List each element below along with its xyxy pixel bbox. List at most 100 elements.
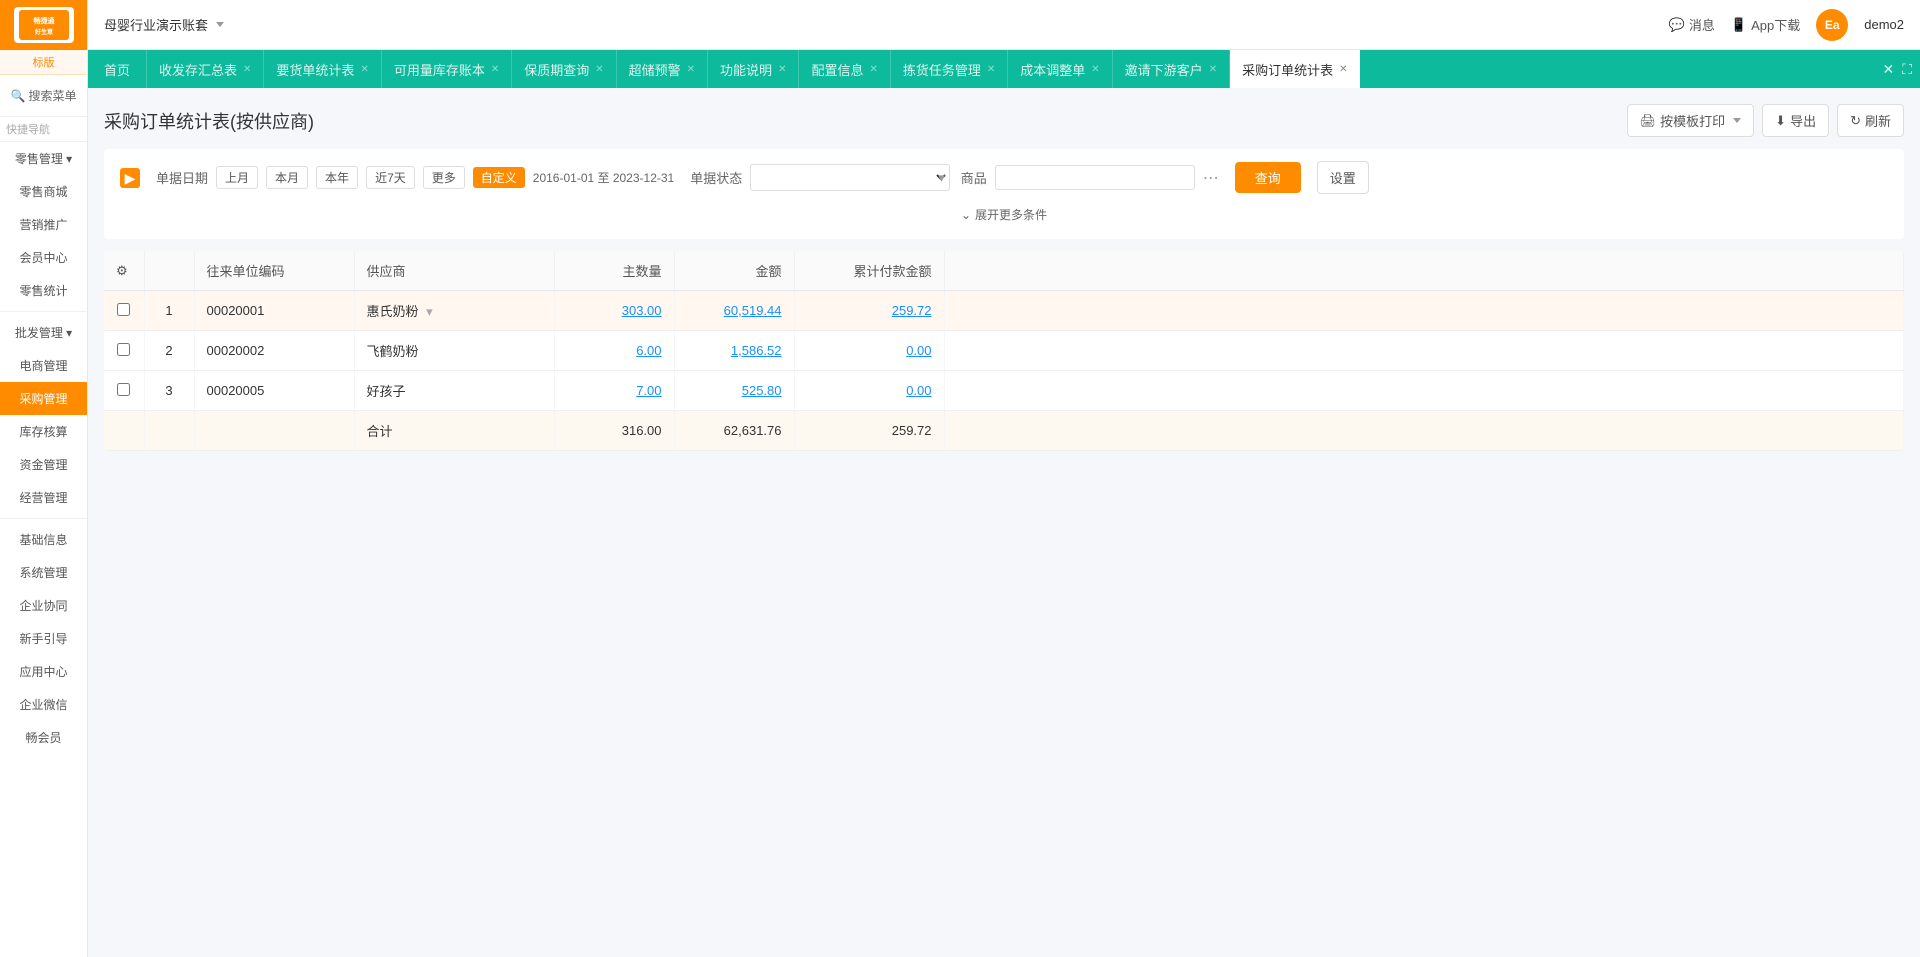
row2-amount[interactable]: 1,586.52 <box>674 331 794 371</box>
goods-label: 商品 <box>961 168 987 187</box>
date-this-year-button[interactable]: 本年 <box>316 166 358 189</box>
tab-close-available-inventory[interactable]: ✕ <box>491 64 499 75</box>
footer-row: 合计 316.00 62,631.76 259.72 <box>104 411 1904 451</box>
print-button[interactable]: 🖨 按模板打印 <box>1627 104 1755 137</box>
row1-checkbox-input[interactable] <box>117 303 130 316</box>
tab-close-function-desc[interactable]: ✕ <box>778 64 786 75</box>
sidebar-item-wholesale-mgmt[interactable]: 批发管理 ▾ <box>0 316 87 349</box>
date-custom-tag[interactable]: 自定义 <box>473 167 525 188</box>
row1-expand-icon[interactable]: ▾ <box>426 304 433 319</box>
sidebar-item-marketing[interactable]: 营销推广 <box>0 208 87 241</box>
sidebar-item-app-center[interactable]: 应用中心 <box>0 655 87 688</box>
row1-amount[interactable]: 60,519.44 <box>674 291 794 331</box>
filter-row-1: ▶ 单据日期 上月 本月 本年 近7天 更多 自定义 2016-01-01 至 … <box>120 161 1888 194</box>
footer-num <box>144 411 194 451</box>
date-7days-button[interactable]: 近7天 <box>366 166 415 189</box>
tab-purchase-stats[interactable]: 采购订单统计表 ✕ <box>1230 50 1360 88</box>
expand-conditions-button[interactable]: ⌄ 展开更多条件 <box>949 202 1059 227</box>
col-amount-label: 金额 <box>755 264 781 279</box>
sidebar-item-retail-stats[interactable]: 零售统计 <box>0 274 87 307</box>
sidebar-item-basic-info[interactable]: 基础信息 <box>0 523 87 556</box>
tab-invite-downstream[interactable]: 邀请下游客户 ✕ <box>1113 50 1230 88</box>
status-select[interactable] <box>750 164 950 191</box>
tab-close-config-info[interactable]: ✕ <box>869 64 877 75</box>
sidebar-item-member-center[interactable]: 会员中心 <box>0 241 87 274</box>
tab-order-summary[interactable]: 要货单统计表 ✕ <box>264 50 381 88</box>
export-button[interactable]: ⬇ 导出 <box>1762 104 1829 137</box>
tab-close-purchase-stats[interactable]: ✕ <box>1339 64 1347 75</box>
row2-checkbox-input[interactable] <box>117 343 130 356</box>
search-icon: 🔍 <box>11 89 26 103</box>
row2-checkbox[interactable] <box>104 331 144 371</box>
tab-cost-adjust[interactable]: 成本调整单 ✕ <box>1008 50 1112 88</box>
tab-home[interactable]: 首页 <box>88 50 147 88</box>
print-label: 按模板打印 <box>1660 111 1725 130</box>
tab-close-receive-send[interactable]: ✕ <box>243 64 251 75</box>
sidebar-item-retail-mgmt[interactable]: 零售管理 ▾ <box>0 142 87 175</box>
row2-qty[interactable]: 6.00 <box>554 331 674 371</box>
row3-num: 3 <box>144 371 194 411</box>
sidebar-logo: 畅捷通 好生意 <box>0 0 87 50</box>
row3-supplier: 好孩子 <box>354 371 554 411</box>
date-last-month-button[interactable]: 上月 <box>216 166 258 189</box>
tab-close-cost-adjust[interactable]: ✕ <box>1091 64 1099 75</box>
message-button[interactable]: 💬 消息 <box>1669 15 1715 34</box>
tab-overstock-alert[interactable]: 超储预警 ✕ <box>617 50 708 88</box>
tab-close-pick-task[interactable]: ✕ <box>987 64 995 75</box>
sidebar-item-enterprise-collab[interactable]: 企业协同 <box>0 589 87 622</box>
tab-close-all-button[interactable]: ✕ <box>1882 61 1894 78</box>
message-icon: 💬 <box>1669 17 1685 33</box>
refresh-label: 刷新 <box>1865 111 1891 130</box>
account-selector[interactable]: 母婴行业演示账套 <box>104 15 224 34</box>
tab-expiry-query[interactable]: 保质期查询 ✕ <box>512 50 616 88</box>
row1-checkbox[interactable] <box>104 291 144 331</box>
tab-function-desc[interactable]: 功能说明 ✕ <box>708 50 799 88</box>
goods-filter: 商品 ⋯ <box>961 165 1219 190</box>
refresh-button[interactable]: ↻ 刷新 <box>1837 104 1904 137</box>
sidebar-item-business-mgmt[interactable]: 经营管理 <box>0 481 87 514</box>
tab-close-overstock-alert[interactable]: ✕ <box>687 64 695 75</box>
sidebar-item-purchase-mgmt[interactable]: 采购管理 <box>0 382 87 415</box>
col-header-supplier: 供应商 <box>354 251 554 291</box>
goods-more-icon[interactable]: ⋯ <box>1203 168 1219 188</box>
sidebar-item-enterprise-wechat[interactable]: 企业微信 <box>0 688 87 721</box>
tab-pick-task[interactable]: 拣货任务管理 ✕ <box>891 50 1008 88</box>
tab-maximize-button[interactable]: ⛶ <box>1902 61 1912 78</box>
date-more-button[interactable]: 更多 <box>423 166 465 189</box>
date-this-month-button[interactable]: 本月 <box>266 166 308 189</box>
tab-available-inventory[interactable]: 可用量库存账本 ✕ <box>382 50 512 88</box>
row2-paid[interactable]: 0.00 <box>794 331 944 371</box>
tab-config-info[interactable]: 配置信息 ✕ <box>799 50 890 88</box>
row3-amount[interactable]: 525.80 <box>674 371 794 411</box>
sidebar-item-retail-shop[interactable]: 零售商城 <box>0 175 87 208</box>
query-button[interactable]: 查询 <box>1235 162 1301 193</box>
tab-receive-send[interactable]: 收发存汇总表 ✕ <box>147 50 264 88</box>
row3-checkbox[interactable] <box>104 371 144 411</box>
row3-qty[interactable]: 7.00 <box>554 371 674 411</box>
tab-close-invite-downstream[interactable]: ✕ <box>1209 64 1217 75</box>
setting-button[interactable]: 设置 <box>1317 161 1369 194</box>
row3-paid[interactable]: 0.00 <box>794 371 944 411</box>
user-avatar[interactable]: Ea <box>1816 9 1848 41</box>
tab-order-summary-label: 要货单统计表 <box>276 60 354 79</box>
settings-icon[interactable]: ⚙ <box>116 263 128 278</box>
tab-close-expiry-query[interactable]: ✕ <box>595 64 603 75</box>
app-download-button[interactable]: 📱 App下载 <box>1731 15 1800 34</box>
sidebar-item-label: 应用中心 <box>19 665 67 679</box>
sidebar-item-finance-mgmt[interactable]: 资金管理 <box>0 448 87 481</box>
filter-toggle-button[interactable]: ▶ <box>120 168 140 188</box>
tab-available-inventory-label: 可用量库存账本 <box>394 60 485 79</box>
row3-checkbox-input[interactable] <box>117 383 130 396</box>
sidebar-item-member[interactable]: 畅会员 <box>0 721 87 754</box>
search-section: 🔍 搜索菜单 <box>0 75 87 117</box>
row1-paid[interactable]: 259.72 <box>794 291 944 331</box>
table-body: 1 00020001 惠氏奶粉 ▾ 303.00 60,519.44 <box>104 291 1904 411</box>
sidebar-item-system-mgmt[interactable]: 系统管理 <box>0 556 87 589</box>
tab-close-order-summary[interactable]: ✕ <box>360 64 368 75</box>
sidebar-item-ecommerce-mgmt[interactable]: 电商管理 <box>0 349 87 382</box>
row1-qty[interactable]: 303.00 <box>554 291 674 331</box>
search-menu-button[interactable]: 🔍 搜索菜单 <box>6 83 81 108</box>
goods-input[interactable] <box>995 165 1195 190</box>
sidebar-item-new-guide[interactable]: 新手引导 <box>0 622 87 655</box>
sidebar-item-inventory-check[interactable]: 库存核算 <box>0 415 87 448</box>
